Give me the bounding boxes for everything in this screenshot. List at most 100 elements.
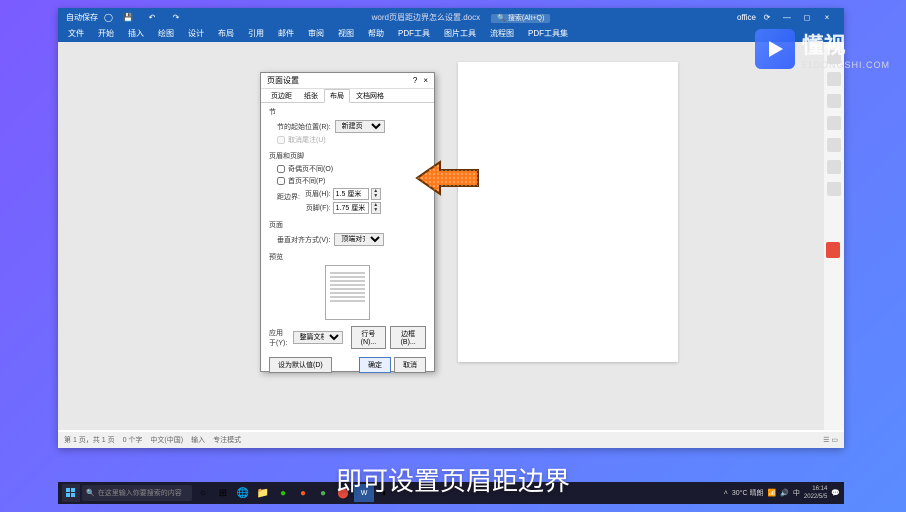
- dlg-tab-layout[interactable]: 布局: [324, 89, 350, 103]
- header-spinner[interactable]: ▲▼: [371, 188, 381, 200]
- tab-help[interactable]: 帮助: [362, 26, 390, 42]
- redo-icon[interactable]: ↷: [167, 10, 185, 24]
- side-icon-3[interactable]: [827, 94, 841, 108]
- autosave-switch[interactable]: ◯: [104, 13, 113, 22]
- dialog-tabs: 页边距 纸张 布局 文档网格: [261, 89, 434, 103]
- start-button[interactable]: [62, 484, 80, 502]
- odd-even-checkbox[interactable]: [277, 165, 285, 173]
- task-wechat-icon[interactable]: ●: [274, 484, 292, 502]
- dialog-close-icon[interactable]: ×: [423, 76, 428, 85]
- autosave-toggle[interactable]: 自动保存: [66, 12, 98, 23]
- side-icon-2[interactable]: [827, 72, 841, 86]
- tray-clock[interactable]: 16:14 2022/5/5: [804, 485, 827, 501]
- maximize-icon[interactable]: ◻: [798, 10, 816, 24]
- tab-view[interactable]: 视图: [332, 26, 360, 42]
- search-icon: 🔍: [86, 489, 95, 497]
- tab-layout[interactable]: 布局: [212, 26, 240, 42]
- tab-review[interactable]: 审阅: [302, 26, 330, 42]
- tray-weather[interactable]: 30°C 晴朗: [732, 488, 764, 498]
- notification-badge[interactable]: [826, 242, 840, 258]
- sync-icon[interactable]: ⟳: [758, 10, 776, 24]
- tab-mailings[interactable]: 邮件: [272, 26, 300, 42]
- tab-file[interactable]: 文件: [62, 26, 90, 42]
- titlebar: 自动保存 ◯ 💾 ↶ ↷ word页眉距边界怎么设置.docx 🔍 搜索(Alt…: [58, 8, 844, 26]
- ribbon-tabs: 文件 开始 插入 绘图 设计 布局 引用 邮件 审阅 视图 帮助 PDF工具 图…: [58, 26, 844, 42]
- undo-icon[interactable]: ↶: [143, 10, 161, 24]
- task-app1-icon[interactable]: ●: [294, 484, 312, 502]
- edge-label: 距边界:: [277, 188, 305, 202]
- save-icon[interactable]: 💾: [119, 10, 137, 24]
- apply-to-label: 应用于(Y):: [269, 328, 289, 348]
- tab-pdftools[interactable]: PDF工具: [392, 26, 436, 42]
- status-page[interactable]: 第 1 页，共 1 页: [64, 435, 115, 445]
- tab-flowchart[interactable]: 流程图: [484, 26, 520, 42]
- view-mode-icon2[interactable]: ▭: [831, 436, 838, 444]
- tab-draw[interactable]: 绘图: [152, 26, 180, 42]
- status-words[interactable]: 0 个字: [123, 435, 143, 445]
- dlg-tab-margins[interactable]: 页边距: [265, 89, 298, 102]
- side-icon-6[interactable]: [827, 160, 841, 174]
- section-header-title: 页眉和页脚: [269, 151, 426, 161]
- office-label: office: [737, 13, 756, 22]
- statusbar: 第 1 页，共 1 页 0 个字 中文(中国) 输入 专注模式 ☰ ▭: [58, 432, 844, 448]
- task-explorer-icon[interactable]: 📁: [254, 484, 272, 502]
- side-icon-5[interactable]: [827, 138, 841, 152]
- tray-notif-icon[interactable]: 💬: [831, 489, 840, 497]
- tray-network-icon[interactable]: 📶: [767, 489, 776, 497]
- dlg-tab-grid[interactable]: 文档网格: [350, 89, 390, 102]
- minimize-icon[interactable]: —: [778, 10, 796, 24]
- footer-spinner[interactable]: ▲▼: [371, 202, 381, 214]
- taskbar-search[interactable]: 🔍 在这里输入你要搜索的内容: [82, 485, 192, 501]
- task-app2-icon[interactable]: ●: [314, 484, 332, 502]
- dialog-titlebar: 页面设置 ? ×: [261, 73, 434, 89]
- tray-expand-icon[interactable]: ˄: [724, 490, 728, 497]
- status-ime: 输入: [191, 435, 205, 445]
- dialog-help-icon[interactable]: ?: [413, 76, 417, 85]
- cancel-button[interactable]: 取消: [394, 357, 426, 373]
- tab-insert[interactable]: 插入: [122, 26, 150, 42]
- zoom-controls[interactable]: ☰ ▭: [823, 436, 838, 444]
- watermark: 懂视 51DONGSHI.COM: [755, 28, 890, 70]
- ok-button[interactable]: 确定: [359, 357, 391, 373]
- tab-pdftoolset[interactable]: PDF工具集: [522, 26, 574, 42]
- tray-ime-icon[interactable]: 中: [793, 488, 800, 498]
- status-focus[interactable]: 专注模式: [213, 435, 241, 445]
- cancel-endnote-label: 取消尾注(U): [288, 135, 326, 145]
- task-cortana-icon[interactable]: ○: [194, 484, 212, 502]
- side-icon-4[interactable]: [827, 116, 841, 130]
- task-edge-icon[interactable]: 🌐: [234, 484, 252, 502]
- valign-label: 垂直对齐方式(V):: [277, 235, 330, 245]
- page-canvas[interactable]: [458, 62, 678, 362]
- tab-references[interactable]: 引用: [242, 26, 270, 42]
- footer-dist-input[interactable]: [333, 202, 369, 214]
- status-lang[interactable]: 中文(中国): [150, 435, 183, 445]
- watermark-domain: 51DONGSHI.COM: [801, 60, 890, 70]
- apply-to-select[interactable]: 整篇文档: [293, 331, 343, 344]
- side-icon-7[interactable]: [827, 182, 841, 196]
- dialog-title: 页面设置: [267, 75, 413, 86]
- section-page-title: 页面: [269, 220, 426, 230]
- document-title: word页眉距边界怎么设置.docx: [372, 13, 480, 22]
- omnisearch[interactable]: 🔍 搜索(Alt+Q): [491, 14, 550, 23]
- task-taskview-icon[interactable]: ⊞: [214, 484, 232, 502]
- first-different-label: 首页不同(P): [288, 176, 325, 186]
- section-start-select[interactable]: 新建页: [335, 120, 385, 133]
- first-different-checkbox[interactable]: [277, 177, 285, 185]
- tab-picture-tools[interactable]: 图片工具: [438, 26, 482, 42]
- tab-design[interactable]: 设计: [182, 26, 210, 42]
- borders-button[interactable]: 边框(B)...: [390, 326, 426, 349]
- line-numbers-button[interactable]: 行号(N)...: [351, 326, 387, 349]
- dlg-tab-paper[interactable]: 纸张: [298, 89, 324, 102]
- cancel-endnote-checkbox: [277, 136, 285, 144]
- header-dist-label: 页眉(H):: [305, 189, 331, 199]
- preview-label: 预览: [269, 252, 426, 262]
- tab-home[interactable]: 开始: [92, 26, 120, 42]
- section-jie-title: 节: [269, 107, 426, 117]
- header-dist-input[interactable]: [333, 188, 369, 200]
- valign-select[interactable]: 顶端对齐: [334, 233, 384, 246]
- close-window-icon[interactable]: ×: [818, 10, 836, 24]
- set-default-button[interactable]: 设为默认值(D): [269, 357, 332, 373]
- preview-box: [325, 265, 370, 320]
- tray-volume-icon[interactable]: 🔊: [780, 489, 789, 497]
- view-mode-icon[interactable]: ☰: [823, 436, 829, 444]
